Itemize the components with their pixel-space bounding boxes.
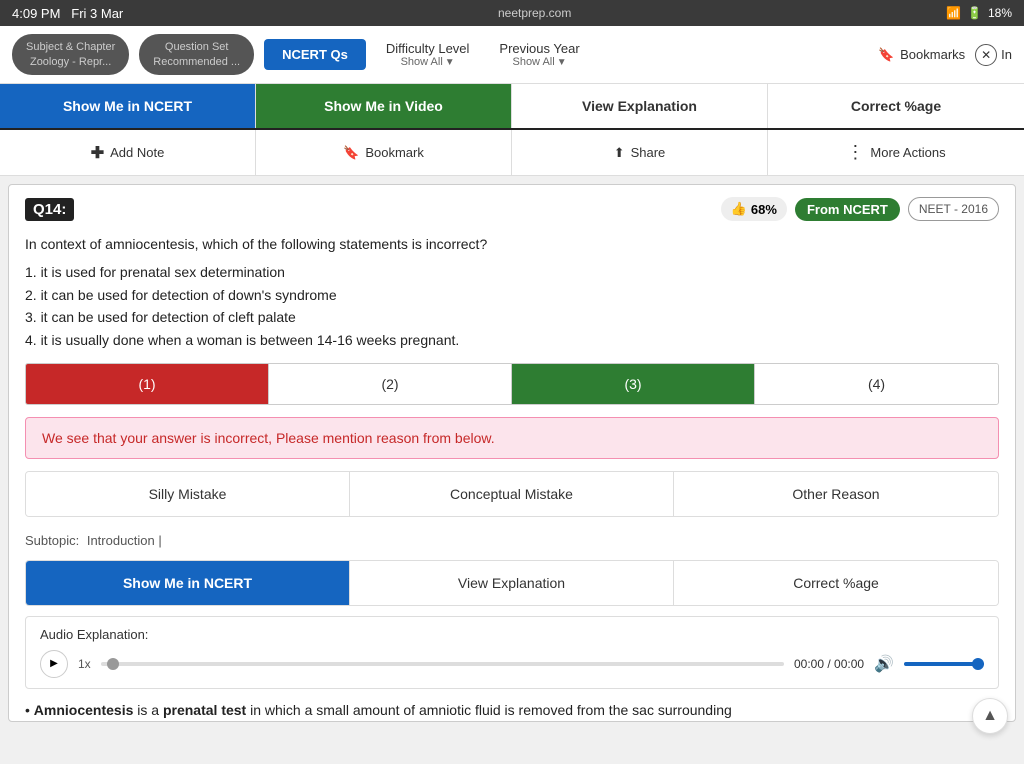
like-badge: 👍 68% (721, 197, 787, 221)
question-header: Q14: 👍 68% From NCERT NEET - 2016 (9, 185, 1015, 229)
answer-option-2[interactable]: (2) (269, 364, 512, 404)
prenatal-test-term: prenatal test (163, 702, 246, 718)
scroll-up-button[interactable]: ▲ (972, 698, 1008, 734)
play-button[interactable]: ▶ (40, 650, 68, 678)
audio-progress-bar[interactable] (101, 662, 784, 666)
close-button[interactable]: ✕ In (975, 44, 1012, 66)
more-actions-icon: ⋮ (846, 142, 864, 163)
ncert-qs-button[interactable]: NCERT Qs (264, 39, 366, 70)
play-icon: ▶ (50, 658, 58, 669)
chevron-up-icon: ▲ (982, 707, 998, 725)
show-me-in-video-button[interactable]: Show Me in Video (256, 84, 512, 128)
chevron-down-icon: ▼ (557, 57, 567, 68)
volume-thumb (972, 658, 984, 670)
question-set-pill[interactable]: Question Set Recommended ... (139, 34, 254, 75)
other-reason-button[interactable]: Other Reason (674, 472, 998, 516)
option-text-2: 2. it can be used for detection of down'… (25, 284, 999, 306)
volume-bar[interactable] (904, 662, 984, 666)
close-icon: ✕ (975, 44, 997, 66)
status-time: 4:09 PM Fri 3 Mar (12, 6, 123, 21)
show-me-in-ncert-button[interactable]: Show Me in NCERT (0, 84, 256, 128)
question-badges: 👍 68% From NCERT NEET - 2016 (721, 197, 999, 221)
bookmark-nav-icon: 🔖 (878, 47, 894, 63)
share-icon: ⬆ (614, 145, 625, 161)
status-url: neetprep.com (498, 6, 571, 20)
action-bar-2: ✚ Add Note 🔖 Bookmark ⬆ Share ⋮ More Act… (0, 130, 1024, 176)
bookmark-button[interactable]: 🔖 Bookmark (256, 130, 512, 175)
bottom-show-ncert-button[interactable]: Show Me in NCERT (26, 561, 350, 605)
amniocentesis-term: Amniocentesis (34, 702, 134, 718)
more-actions-button[interactable]: ⋮ More Actions (768, 130, 1024, 175)
audio-progress-thumb (107, 658, 119, 670)
question-card: Q14: 👍 68% From NCERT NEET - 2016 In con… (8, 184, 1016, 722)
add-note-icon: ✚ (91, 143, 104, 163)
view-explanation-button[interactable]: View Explanation (512, 84, 768, 128)
correct-percentage-button[interactable]: Correct %age (768, 84, 1024, 128)
incorrect-alert: We see that your answer is incorrect, Pl… (25, 417, 999, 459)
explanation-text-preview: • Amniocentesis is a prenatal test in wh… (25, 699, 999, 721)
audio-explanation-label: Audio Explanation: (40, 627, 984, 642)
from-ncert-badge: From NCERT (795, 198, 900, 221)
chevron-down-icon: ▼ (445, 57, 455, 68)
bottom-action-bar: Show Me in NCERT View Explanation Correc… (25, 560, 999, 606)
silly-mistake-button[interactable]: Silly Mistake (26, 472, 350, 516)
thumbs-up-icon: 👍 (731, 201, 747, 217)
question-number: Q14: (25, 198, 74, 221)
option-text-1: 1. it is used for prenatal sex determina… (25, 261, 999, 283)
bookmark-icon: 🔖 (343, 145, 359, 161)
question-text: In context of amniocentesis, which of th… (9, 229, 1015, 363)
wifi-icon: 📶 (946, 6, 961, 20)
difficulty-level[interactable]: Difficulty Level Show All ▼ (376, 35, 480, 74)
reason-row: Silly Mistake Conceptual Mistake Other R… (25, 471, 999, 517)
status-battery: 📶 🔋 18% (946, 6, 1012, 20)
answer-option-4[interactable]: (4) (755, 364, 998, 404)
subject-chapter-pill[interactable]: Subject & Chapter Zoology - Repr... (12, 34, 129, 75)
bullet-icon: • (25, 702, 34, 718)
option-text-3: 3. it can be used for detection of cleft… (25, 306, 999, 328)
audio-section: Audio Explanation: ▶ 1x 00:00 / 00:00 🔊 (25, 616, 999, 689)
action-bar-1: Show Me in NCERT Show Me in Video View E… (0, 84, 1024, 130)
answer-options: (1) (2) (3) (4) (25, 363, 999, 405)
neet-year-badge: NEET - 2016 (908, 197, 999, 221)
status-bar: 4:09 PM Fri 3 Mar neetprep.com 📶 🔋 18% (0, 0, 1024, 26)
answer-option-3[interactable]: (3) (512, 364, 755, 404)
audio-player: ▶ 1x 00:00 / 00:00 🔊 (40, 650, 984, 678)
subtopic-row: Subtopic: Introduction | (9, 529, 1015, 560)
add-note-button[interactable]: ✚ Add Note (0, 130, 256, 175)
bookmarks-button[interactable]: 🔖 Bookmarks (878, 47, 965, 63)
answer-option-1[interactable]: (1) (26, 364, 269, 404)
bottom-view-explanation-button[interactable]: View Explanation (350, 561, 674, 605)
bottom-correct-percentage-button[interactable]: Correct %age (674, 561, 998, 605)
previous-year[interactable]: Previous Year Show All ▼ (489, 35, 589, 74)
battery-icon: 🔋 (967, 6, 982, 20)
conceptual-mistake-button[interactable]: Conceptual Mistake (350, 472, 674, 516)
speed-label: 1x (78, 657, 91, 671)
volume-icon: 🔊 (874, 654, 894, 674)
top-nav: Subject & Chapter Zoology - Repr... Ques… (0, 26, 1024, 84)
current-time: 00:00 / 00:00 (794, 657, 864, 671)
option-text-4: 4. it is usually done when a woman is be… (25, 329, 999, 351)
share-button[interactable]: ⬆ Share (512, 130, 768, 175)
